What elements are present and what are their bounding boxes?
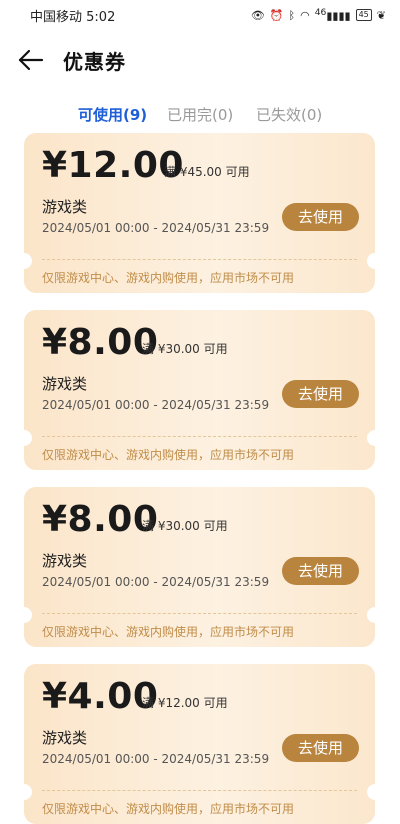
card-notch: [24, 430, 32, 446]
coupon-note: 仅限游戏中心、游戏内购使用，应用市场不可用: [42, 802, 295, 816]
status-icons: 👁 ⏰ ᛒ ◠ 46▮▮▮▮ 45 ❦: [251, 7, 386, 23]
header: 优惠券: [0, 38, 400, 82]
card-notch: [24, 607, 32, 623]
signal-icon: 46▮▮▮▮: [314, 7, 351, 23]
coupon-card: ¥8.00 满 ¥30.00 可用 游戏类 2024/05/01 00:00 -…: [24, 310, 375, 470]
dashed-divider: [42, 436, 357, 437]
coupon-amount: ¥8.00: [42, 322, 159, 363]
coupon-condition: 满 ¥45.00 可用: [164, 165, 250, 179]
dashed-divider: [42, 790, 357, 791]
tab-expired[interactable]: 已失效(0): [256, 104, 322, 125]
coupon-amount: ¥12.00: [42, 145, 184, 186]
coupon-note: 仅限游戏中心、游戏内购使用，应用市场不可用: [42, 448, 295, 462]
dashed-divider: [42, 259, 357, 260]
coupon-category: 游戏类: [42, 552, 88, 570]
tab-bar: 可使用(9) 已用完(0) 已失效(0): [0, 98, 400, 138]
network-type-label: 46: [314, 7, 327, 19]
coupon-card: ¥8.00 满 ¥30.00 可用 游戏类 2024/05/01 00:00 -…: [24, 487, 375, 647]
page-title: 优惠券: [63, 50, 126, 74]
bluetooth-icon: ᛒ: [288, 8, 296, 22]
coupon-condition: 满 ¥12.00 可用: [142, 696, 228, 710]
back-button[interactable]: [16, 46, 46, 74]
coupon-note: 仅限游戏中心、游戏内购使用，应用市场不可用: [42, 271, 295, 285]
tab-available[interactable]: 可使用(9): [78, 104, 147, 125]
card-notch: [367, 430, 375, 446]
leaf-icon: ❦: [376, 8, 386, 22]
card-notch: [24, 784, 32, 800]
coupon-validity: 2024/05/01 00:00 - 2024/05/31 23:59: [42, 575, 270, 589]
coupon-category: 游戏类: [42, 375, 88, 393]
coupon-condition: 满 ¥30.00 可用: [142, 342, 228, 356]
clock: 5:02: [86, 9, 116, 25]
coupon-amount: ¥8.00: [42, 499, 159, 540]
coupon-category: 游戏类: [42, 729, 88, 747]
wifi-icon: ◠: [300, 8, 310, 22]
coupon-card: ¥12.00 满 ¥45.00 可用 游戏类 2024/05/01 00:00 …: [24, 133, 375, 293]
status-bar: 中国移动 5:02 👁 ⏰ ᛒ ◠ 46▮▮▮▮ 45 ❦: [0, 0, 400, 30]
carrier-name: 中国移动: [30, 9, 83, 25]
card-notch: [367, 253, 375, 269]
card-notch: [24, 253, 32, 269]
use-coupon-button[interactable]: 去使用: [282, 203, 359, 231]
coupon-validity: 2024/05/01 00:00 - 2024/05/31 23:59: [42, 221, 270, 235]
coupon-note: 仅限游戏中心、游戏内购使用，应用市场不可用: [42, 625, 295, 639]
tab-used[interactable]: 已用完(0): [167, 104, 233, 125]
card-notch: [367, 607, 375, 623]
coupon-validity: 2024/05/01 00:00 - 2024/05/31 23:59: [42, 398, 270, 412]
dashed-divider: [42, 613, 357, 614]
status-left: 中国移动 5:02: [30, 6, 115, 25]
coupon-card: ¥4.00 满 ¥12.00 可用 游戏类 2024/05/01 00:00 -…: [24, 664, 375, 824]
coupon-category: 游戏类: [42, 198, 88, 216]
use-coupon-button[interactable]: 去使用: [282, 734, 359, 762]
coupon-validity: 2024/05/01 00:00 - 2024/05/31 23:59: [42, 752, 270, 766]
eye-icon: 👁: [250, 8, 265, 22]
coupon-amount: ¥4.00: [42, 676, 159, 717]
alarm-icon: ⏰: [269, 8, 284, 22]
card-notch: [367, 784, 375, 800]
back-arrow-icon: [18, 49, 44, 71]
battery-icon: 45: [355, 9, 372, 21]
use-coupon-button[interactable]: 去使用: [282, 380, 359, 408]
use-coupon-button[interactable]: 去使用: [282, 557, 359, 585]
coupon-condition: 满 ¥30.00 可用: [142, 519, 228, 533]
